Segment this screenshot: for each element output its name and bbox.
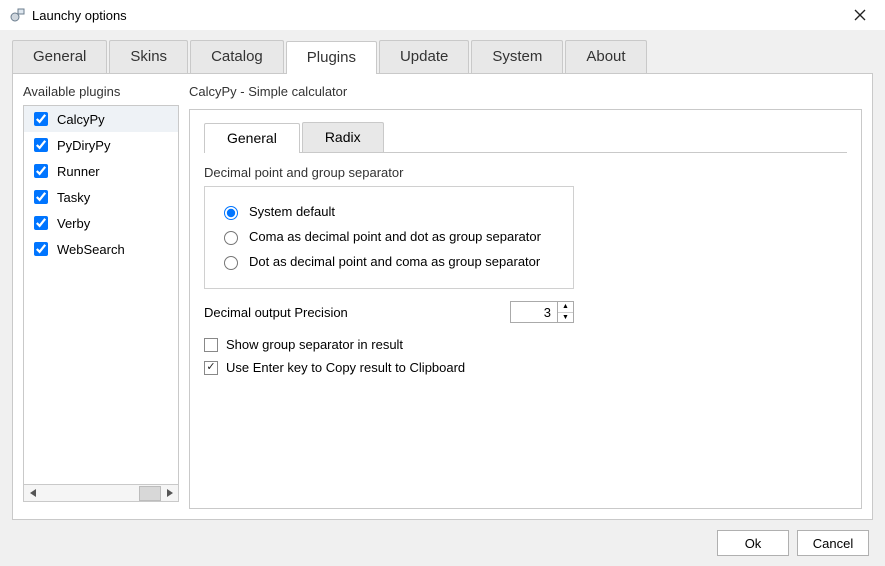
plugin-row[interactable]: WebSearch: [24, 236, 178, 262]
subtab-general[interactable]: General: [204, 123, 300, 153]
tab-plugins[interactable]: Plugins: [286, 41, 377, 74]
checkbox-label: Show group separator in result: [226, 337, 403, 352]
plugin-row[interactable]: Verby: [24, 210, 178, 236]
cancel-button[interactable]: Cancel: [797, 530, 869, 556]
plugin-list[interactable]: CalcyPy PyDiryPy Runner Tasky Verby: [23, 105, 179, 485]
scroll-left-button[interactable]: [24, 486, 41, 501]
triangle-left-icon: [30, 489, 36, 497]
window-title: Launchy options: [32, 8, 839, 23]
radio-label: System default: [249, 204, 335, 219]
radio-input[interactable]: [224, 206, 238, 220]
tab-general[interactable]: General: [12, 40, 107, 73]
ok-button[interactable]: Ok: [717, 530, 789, 556]
plugin-list-scrollbar[interactable]: [23, 485, 179, 502]
separator-group-label: Decimal point and group separator: [204, 165, 847, 180]
plugin-name: PyDiryPy: [57, 138, 110, 153]
checkbox-label: Use Enter key to Copy result to Clipboar…: [226, 360, 465, 375]
tab-catalog[interactable]: Catalog: [190, 40, 284, 73]
scroll-track[interactable]: [41, 486, 161, 501]
tab-skins[interactable]: Skins: [109, 40, 188, 73]
plugin-name: Tasky: [57, 190, 90, 205]
plugin-checkbox[interactable]: [34, 164, 48, 178]
radio-label: Dot as decimal point and coma as group s…: [249, 254, 540, 269]
plugin-checkbox[interactable]: [34, 112, 48, 126]
precision-input[interactable]: [511, 302, 557, 322]
plugin-checkbox[interactable]: [34, 242, 48, 256]
available-plugins-label: Available plugins: [23, 84, 179, 99]
plugin-name: Verby: [57, 216, 90, 231]
precision-label: Decimal output Precision: [204, 305, 348, 320]
plugin-row[interactable]: CalcyPy: [24, 106, 178, 132]
close-button[interactable]: [839, 1, 881, 29]
scroll-right-button[interactable]: [161, 486, 178, 501]
radio-input[interactable]: [224, 231, 238, 245]
plugin-checkbox[interactable]: [34, 190, 48, 204]
tab-about[interactable]: About: [565, 40, 646, 73]
tab-system[interactable]: System: [471, 40, 563, 73]
plugin-row[interactable]: Tasky: [24, 184, 178, 210]
tab-update[interactable]: Update: [379, 40, 469, 73]
precision-spinner[interactable]: ▲ ▼: [510, 301, 574, 323]
titlebar: Launchy options: [0, 0, 885, 30]
plugin-name: Runner: [57, 164, 100, 179]
radio-dot-decimal[interactable]: Dot as decimal point and coma as group s…: [219, 249, 559, 274]
checkbox-box[interactable]: [204, 361, 218, 375]
plugin-name: WebSearch: [57, 242, 125, 257]
close-icon: [854, 9, 866, 21]
radio-label: Coma as decimal point and dot as group s…: [249, 229, 541, 244]
main-tabs: General Skins Catalog Plugins Update Sys…: [12, 40, 873, 74]
plugin-row[interactable]: Runner: [24, 158, 178, 184]
radio-coma-decimal[interactable]: Coma as decimal point and dot as group s…: [219, 224, 559, 249]
spin-down-button[interactable]: ▼: [558, 313, 573, 323]
spin-up-button[interactable]: ▲: [558, 302, 573, 313]
plugin-detail-title: CalcyPy - Simple calculator: [189, 84, 862, 99]
checkbox-box[interactable]: [204, 338, 218, 352]
plugin-name: CalcyPy: [57, 112, 105, 127]
app-icon: [8, 6, 26, 24]
enter-copy-checkbox[interactable]: Use Enter key to Copy result to Clipboar…: [204, 356, 847, 379]
triangle-right-icon: [167, 489, 173, 497]
subtab-radix[interactable]: Radix: [302, 122, 384, 152]
separator-group: System default Coma as decimal point and…: [204, 186, 574, 289]
plugin-row[interactable]: PyDiryPy: [24, 132, 178, 158]
radio-input[interactable]: [224, 256, 238, 270]
plugin-subtabs: General Radix: [204, 122, 847, 153]
show-group-separator-checkbox[interactable]: Show group separator in result: [204, 333, 847, 356]
plugin-checkbox[interactable]: [34, 216, 48, 230]
plugin-checkbox[interactable]: [34, 138, 48, 152]
scroll-thumb[interactable]: [139, 486, 161, 501]
radio-system-default[interactable]: System default: [219, 199, 559, 224]
